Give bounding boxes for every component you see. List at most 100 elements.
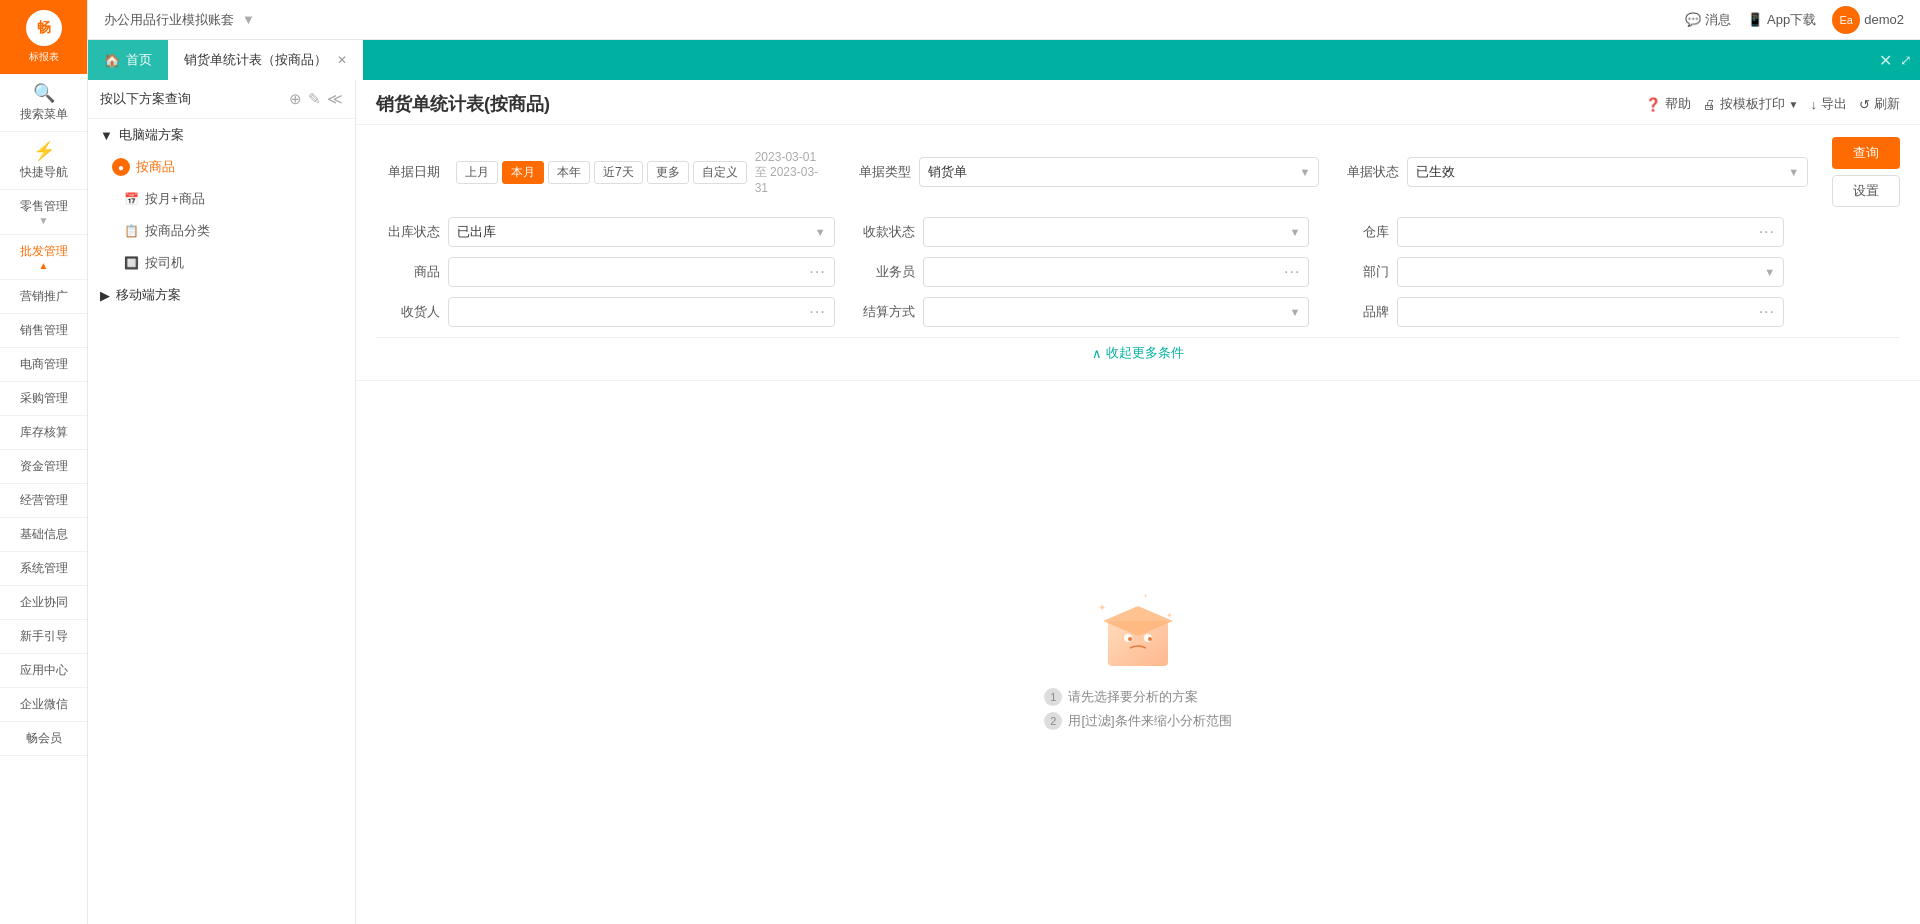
sidebar-item-operation[interactable]: 经营管理 xyxy=(0,484,87,518)
date-this-month-btn[interactable]: 本月 xyxy=(502,161,544,184)
add-scheme-icon[interactable]: ⊕ xyxy=(289,90,302,108)
left-panel: 按以下方案查询 ⊕ ✎ ≪ ▼ 电脑端方案 ● 按商品 📅 按月+商品 xyxy=(88,80,356,924)
brand-label: 品牌 xyxy=(1325,303,1397,321)
query-button[interactable]: 查询 xyxy=(1832,137,1900,169)
sidebar-item-member[interactable]: 畅会员 xyxy=(0,722,87,756)
topbar: 办公用品行业模拟账套 ▼ 💬 消息 📱 App下载 Ea demo2 xyxy=(88,0,1920,40)
sidebar-item-wechat[interactable]: 企业微信 xyxy=(0,688,87,722)
payment-label: 结算方式 xyxy=(851,303,923,321)
svg-text:✦: ✦ xyxy=(1098,602,1106,613)
sidebar-item-system[interactable]: 系统管理 xyxy=(0,552,87,586)
tree-item-by-product[interactable]: ● 按商品 xyxy=(88,151,355,183)
sidebar-item-retail[interactable]: 零售管理 ▼ xyxy=(0,190,87,235)
sidebar: 畅 标报表 🔍 搜索菜单 ⚡ 快捷导航 零售管理 ▼ 批发管理 ▲ 营销推广 销… xyxy=(0,0,88,924)
tree-mobile-node[interactable]: ▶ 移动端方案 xyxy=(88,279,355,311)
search-icon: 🔍 xyxy=(33,82,55,104)
date-range-text: 2023-03-01 至 2023-03-31 xyxy=(755,150,831,195)
date-more-btn[interactable]: 更多 xyxy=(647,161,689,184)
svg-point-5 xyxy=(1148,637,1152,641)
breadcrumb: 办公用品行业模拟账套 xyxy=(104,11,234,29)
tree-item-by-machine[interactable]: 🔲 按司机 xyxy=(88,247,355,279)
sidebar-item-appcenter[interactable]: 应用中心 xyxy=(0,654,87,688)
svg-text:✦: ✦ xyxy=(1143,593,1148,599)
payment-input[interactable]: ▼ xyxy=(923,297,1310,327)
export-icon: ↓ xyxy=(1811,97,1818,112)
empty-state: ✦ ✦ ✦ 1 请先选择要分析的方案 2 用[过滤]条件来缩小分析范围 xyxy=(356,381,1920,924)
collapse-panel-icon[interactable]: ≪ xyxy=(327,90,343,108)
window-maximize-icon[interactable]: ⤢ xyxy=(1900,52,1912,68)
date-this-year-btn[interactable]: 本年 xyxy=(548,161,590,184)
left-panel-header: 按以下方案查询 ⊕ ✎ ≪ xyxy=(88,80,355,119)
receipt-status-input[interactable]: ▼ xyxy=(923,217,1310,247)
warehouse-input[interactable]: ··· xyxy=(1397,217,1784,247)
app-download-button[interactable]: 📱 App下载 xyxy=(1747,11,1816,29)
sidebar-item-finance[interactable]: 资金管理 xyxy=(0,450,87,484)
topbar-left: 办公用品行业模拟账套 ▼ xyxy=(104,11,255,29)
sidebar-item-inventory[interactable]: 库存核算 xyxy=(0,416,87,450)
date-custom-btn[interactable]: 自定义 xyxy=(693,161,747,184)
sidebar-item-search[interactable]: 🔍 搜索菜单 xyxy=(0,74,87,132)
sidebar-item-quick[interactable]: ⚡ 快捷导航 xyxy=(0,132,87,190)
sidebar-item-purchase[interactable]: 采购管理 xyxy=(0,382,87,416)
tree-item-by-category[interactable]: 📋 按商品分类 xyxy=(88,215,355,247)
date-last-month-btn[interactable]: 上月 xyxy=(456,161,498,184)
help-button[interactable]: ❓ 帮助 xyxy=(1645,95,1691,113)
out-status-dropdown-icon: ▼ xyxy=(815,226,826,238)
filter-row-1: 单据日期 上月 本月 本年 近7天 更多 自定义 2023-03-01 至 20… xyxy=(376,137,1900,207)
refresh-icon: ↺ xyxy=(1859,97,1870,112)
breadcrumb-arrow: ▼ xyxy=(242,12,255,27)
home-icon: 🏠 xyxy=(104,53,120,68)
department-dropdown-icon: ▼ xyxy=(1764,266,1775,278)
collapse-filters-button[interactable]: ∧ 收起更多条件 xyxy=(376,337,1900,368)
receiver-input[interactable]: ··· xyxy=(448,297,835,327)
filter-row-3: 商品 ··· 业务员 ··· 部门 ▼ xyxy=(376,257,1900,287)
sidebar-item-guide[interactable]: 新手引导 xyxy=(0,620,87,654)
doc-type-input[interactable]: 销货单 ▼ xyxy=(919,157,1320,187)
empty-tip-1: 1 请先选择要分析的方案 xyxy=(1044,688,1231,706)
collapse-arrow-icon: ∧ xyxy=(1092,346,1102,361)
brand-dots-icon: ··· xyxy=(1759,303,1775,321)
tabbar: 🏠 首页 销货单统计表（按商品） ✕ ✕ ⤢ xyxy=(88,40,1920,80)
tab-active[interactable]: 销货单统计表（按商品） ✕ xyxy=(168,40,363,80)
window-close-icon[interactable]: ✕ xyxy=(1879,51,1892,70)
product-input[interactable]: ··· xyxy=(448,257,835,287)
department-input[interactable]: ▼ xyxy=(1397,257,1784,287)
category-icon: 📋 xyxy=(124,224,139,238)
brand-input[interactable]: ··· xyxy=(1397,297,1784,327)
salesperson-dots-icon: ··· xyxy=(1284,263,1300,281)
tab-home[interactable]: 🏠 首页 xyxy=(88,40,168,80)
sidebar-item-ecom[interactable]: 电商管理 xyxy=(0,348,87,382)
tip-num-1: 1 xyxy=(1044,688,1062,706)
logo-area: 畅 标报表 xyxy=(0,0,87,74)
tab-close-icon[interactable]: ✕ xyxy=(337,53,347,67)
out-status-label: 出库状态 xyxy=(376,223,448,241)
refresh-button[interactable]: ↺ 刷新 xyxy=(1859,95,1900,113)
date-last7-btn[interactable]: 近7天 xyxy=(594,161,643,184)
right-panel: 销货单统计表(按商品) ❓ 帮助 🖨 按模板打印 ▼ ↓ 导出 xyxy=(356,80,1920,924)
salesperson-input[interactable]: ··· xyxy=(923,257,1310,287)
help-icon: ❓ xyxy=(1645,97,1661,112)
receiver-dots-icon: ··· xyxy=(809,303,825,321)
tree-pc-node[interactable]: ▼ 电脑端方案 xyxy=(88,119,355,151)
sidebar-item-marketing[interactable]: 营销推广 xyxy=(0,280,87,314)
setting-button[interactable]: 设置 xyxy=(1832,175,1900,207)
edit-scheme-icon[interactable]: ✎ xyxy=(308,90,321,108)
sidebar-item-wholesale[interactable]: 批发管理 ▲ xyxy=(0,235,87,280)
export-button[interactable]: ↓ 导出 xyxy=(1811,95,1848,113)
doc-status-dropdown-icon: ▼ xyxy=(1788,166,1799,178)
user-menu-button[interactable]: Ea demo2 xyxy=(1832,6,1904,34)
app-icon: 📱 xyxy=(1747,12,1763,27)
product-dots-icon: ··· xyxy=(809,263,825,281)
sidebar-item-basic[interactable]: 基础信息 xyxy=(0,518,87,552)
sidebar-item-enterprise[interactable]: 企业协同 xyxy=(0,586,87,620)
receipt-status-dropdown-icon: ▼ xyxy=(1289,226,1300,238)
sidebar-item-sales[interactable]: 销售管理 xyxy=(0,314,87,348)
out-status-input[interactable]: 已出库 ▼ xyxy=(448,217,835,247)
print-button[interactable]: 🖨 按模板打印 ▼ xyxy=(1703,95,1799,113)
svg-point-4 xyxy=(1128,637,1132,641)
tree-item-by-month-product[interactable]: 📅 按月+商品 xyxy=(88,183,355,215)
message-button[interactable]: 💬 消息 xyxy=(1685,11,1731,29)
filter-row-2: 出库状态 已出库 ▼ 收款状态 ▼ 仓库 ··· xyxy=(376,217,1900,247)
message-icon: 💬 xyxy=(1685,12,1701,27)
doc-status-input[interactable]: 已生效 ▼ xyxy=(1407,157,1808,187)
